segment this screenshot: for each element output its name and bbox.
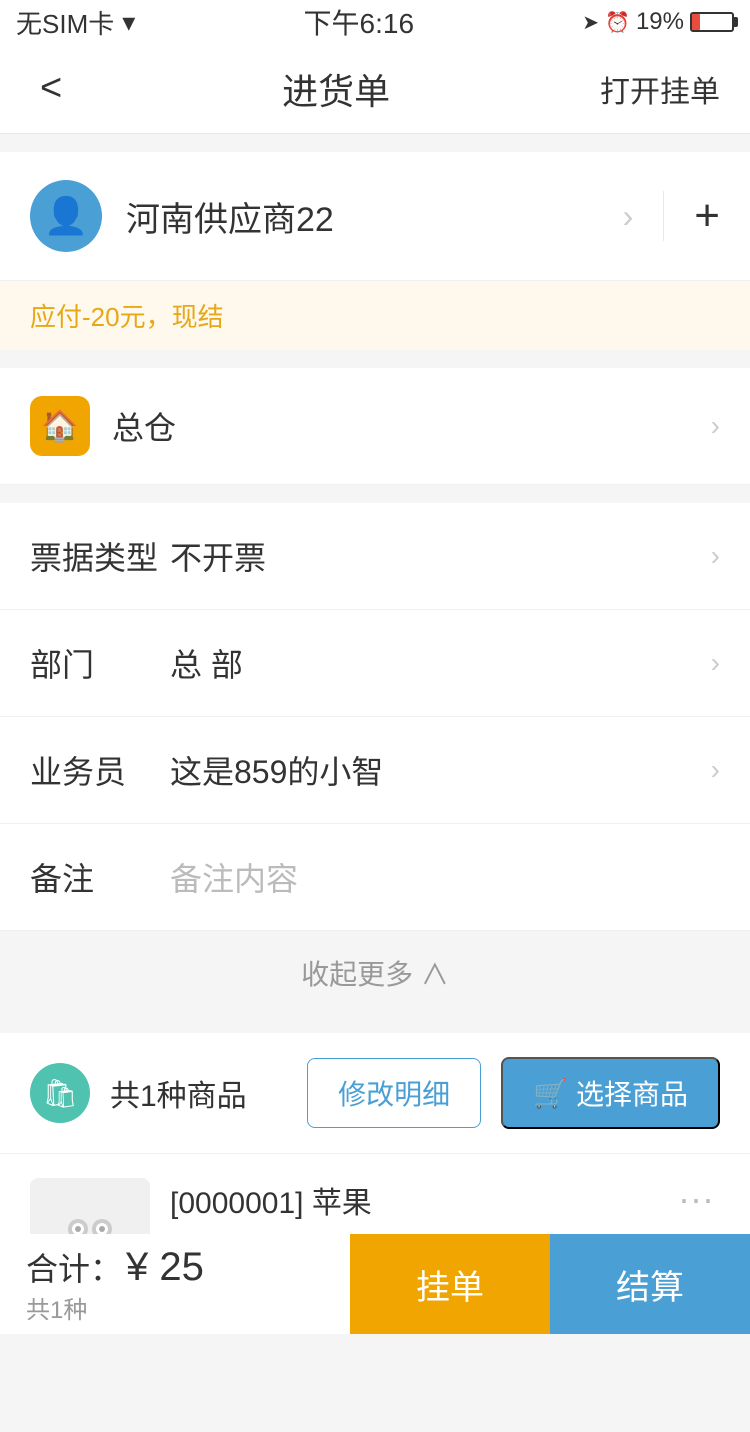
vertical-divider (663, 191, 664, 241)
carrier-label: 无SIM卡 (16, 4, 114, 41)
supplier-row[interactable]: 👤 河南供应商22 › + (0, 152, 750, 281)
status-bar-time: 下午6:16 (304, 2, 415, 42)
open-pending-button[interactable]: 打开挂单 (600, 67, 720, 111)
staff-row[interactable]: 业务员 这是859的小智 › (0, 717, 750, 824)
total-label: 合计： (26, 1244, 122, 1290)
collapse-label: 收起更多 ∧ (301, 953, 449, 993)
remark-row[interactable]: 备注 备注内容 (0, 824, 750, 931)
notice-bar: 应付-20元，现结 (0, 281, 750, 350)
department-chevron-icon: › (711, 647, 720, 679)
warehouse-icon: 🏠 (41, 409, 78, 444)
checkout-button[interactable]: 结算 (550, 1234, 750, 1334)
cart-icon: 🛒 (533, 1077, 568, 1110)
department-row[interactable]: 部门 总 部 › (0, 610, 750, 717)
status-bar-left: 无SIM卡 ▾ (16, 4, 135, 41)
remark-label: 备注 (30, 854, 170, 900)
bottom-bar: 合计： ¥ 25 共1种 挂单 结算 (0, 1234, 750, 1334)
invoice-label: 票据类型 (30, 533, 170, 579)
supplier-right: › + (623, 191, 720, 241)
select-product-button[interactable]: 🛒 选择商品 (501, 1057, 720, 1129)
total-sub: 共1种 (26, 1290, 324, 1325)
collapse-button[interactable]: 收起更多 ∧ (0, 931, 750, 1015)
product-more-button[interactable]: ··· (672, 1178, 720, 1220)
alarm-icon: ⏰ (605, 10, 630, 35)
product-title: 苹果 (312, 1187, 372, 1220)
invoice-row[interactable]: 票据类型 不开票 › (0, 503, 750, 610)
product-icon-wrap: 🛍 (30, 1063, 90, 1123)
page-title: 进货单 (282, 63, 390, 115)
add-button[interactable]: + (694, 191, 720, 241)
hang-button[interactable]: 挂单 (350, 1234, 550, 1334)
total-amount: ¥ 25 (126, 1245, 204, 1290)
back-button[interactable]: < (30, 57, 72, 120)
supplier-avatar: 👤 (30, 180, 102, 252)
invoice-chevron-icon: › (711, 540, 720, 572)
supplier-card: 👤 河南供应商22 › + 应付-20元，现结 (0, 152, 750, 350)
shopping-bag-icon: 🛍 (42, 1077, 78, 1110)
product-header: 🛍 共1种商品 修改明细 🛒 选择商品 (0, 1033, 750, 1153)
nav-bar: < 进货单 打开挂单 (0, 44, 750, 134)
department-label: 部门 (30, 640, 170, 686)
warehouse-name: 总仓 (112, 403, 711, 449)
location-icon: ➤ (582, 10, 599, 35)
battery-icon (690, 12, 734, 32)
product-code: [0000001] (170, 1187, 303, 1220)
product-count-label: 共1种商品 (110, 1071, 287, 1115)
section-gap-2 (0, 350, 750, 368)
edit-detail-button[interactable]: 修改明细 (307, 1058, 481, 1128)
department-value: 总 部 (170, 640, 711, 686)
warehouse-icon-wrap: 🏠 (30, 396, 90, 456)
section-gap-3 (0, 485, 750, 503)
staff-label: 业务员 (30, 747, 170, 793)
status-bar-right: ➤ ⏰ 19% (582, 8, 734, 36)
bottom-spacer (0, 1322, 750, 1432)
product-name: [0000001] 苹果 (170, 1178, 652, 1222)
battery-percentage: 19% (636, 8, 684, 36)
user-icon: 👤 (44, 195, 89, 237)
wifi-icon: ▾ (122, 7, 135, 38)
section-gap-1 (0, 134, 750, 152)
warehouse-row[interactable]: 🏠 总仓 › (0, 368, 750, 485)
staff-chevron-icon: › (711, 754, 720, 786)
status-bar: 无SIM卡 ▾ 下午6:16 ➤ ⏰ 19% (0, 0, 750, 44)
bottom-total: 合计： ¥ 25 共1种 (0, 1244, 350, 1325)
staff-value: 这是859的小智 (170, 747, 711, 793)
supplier-chevron-icon: › (623, 198, 634, 235)
remark-placeholder: 备注内容 (170, 854, 720, 900)
invoice-value: 不开票 (170, 533, 711, 579)
supplier-name: 河南供应商22 (126, 192, 623, 241)
warehouse-chevron-icon: › (711, 410, 720, 442)
section-gap-4 (0, 1015, 750, 1033)
